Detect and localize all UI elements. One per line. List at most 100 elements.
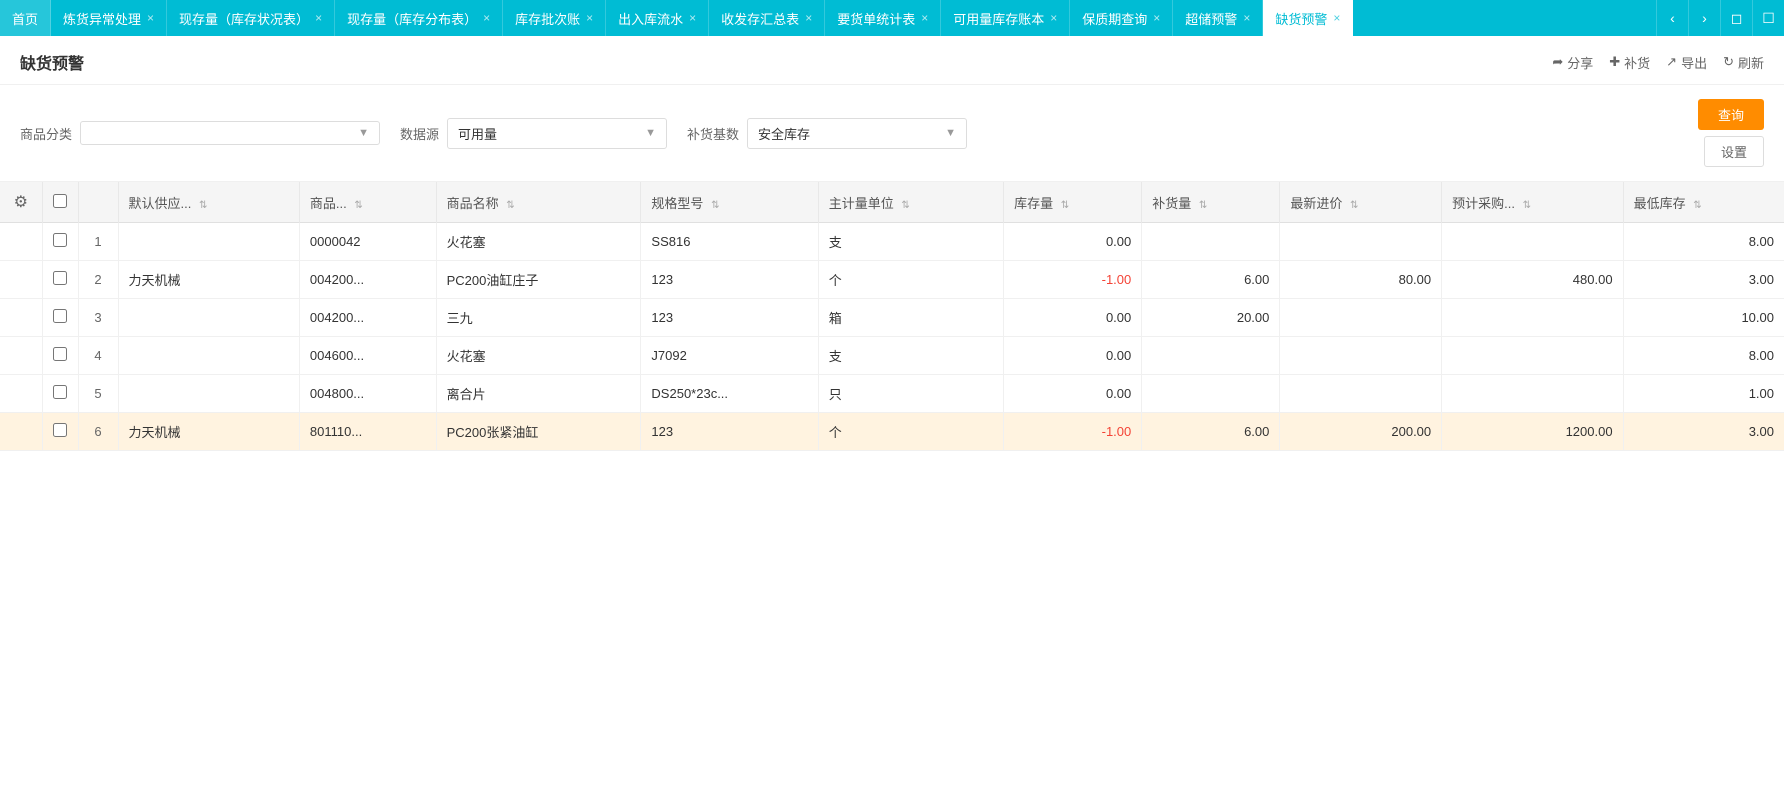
datasource-select[interactable]: 可用量 ▼ <box>447 118 667 149</box>
nav-label-expiry: 保质期查询 <box>1082 9 1147 28</box>
row-name-2: 三九 <box>436 299 641 337</box>
row-checkbox-1[interactable] <box>53 271 67 285</box>
row-checkbox-cell-5[interactable] <box>42 413 78 451</box>
refresh-button[interactable]: ↻ 刷新 <box>1723 53 1764 72</box>
nav-item-recv[interactable]: 收发存汇总表 × <box>709 0 825 36</box>
row-spec-5: 123 <box>641 413 818 451</box>
settings-button[interactable]: 设置 <box>1704 136 1764 167</box>
replenish-base-select[interactable]: 安全库存 ▼ <box>747 118 967 149</box>
sort-icon-min: ⇅ <box>1693 200 1701 211</box>
category-select[interactable]: ▼ <box>80 121 380 145</box>
nav-label-order-stat: 要货单统计表 <box>837 9 915 28</box>
nav-label-abnormal: 炼货异常处理 <box>63 9 141 28</box>
select-all-checkbox[interactable] <box>53 194 67 208</box>
row-code-4: 004800... <box>299 375 436 413</box>
row-est-purchase-3 <box>1442 337 1623 375</box>
row-replenish-qty-0 <box>1142 223 1280 261</box>
row-unit-5: 个 <box>818 413 1003 451</box>
close-icon-stock-dist[interactable]: × <box>483 11 490 25</box>
nav-item-stock-dist[interactable]: 现存量（库存分布表） × <box>335 0 503 36</box>
nav-item-shortage[interactable]: 缺货预警 × <box>1263 0 1353 36</box>
row-checkbox-5[interactable] <box>53 423 67 437</box>
replenish-button[interactable]: ✚ 补货 <box>1609 53 1650 72</box>
close-icon-inout[interactable]: × <box>689 11 696 25</box>
nav-item-batch[interactable]: 库存批次账 × <box>503 0 606 36</box>
th-product-code[interactable]: 商品... ⇅ <box>299 182 436 223</box>
nav-item-home[interactable]: 首页 <box>0 0 51 36</box>
close-icon-recv[interactable]: × <box>805 11 812 25</box>
sort-icon-price: ⇅ <box>1350 200 1358 211</box>
nav-item-overstock[interactable]: 超储预警 × <box>1173 0 1263 36</box>
row-code-3: 004600... <box>299 337 436 375</box>
row-est-purchase-2 <box>1442 299 1623 337</box>
row-checkbox-cell-0[interactable] <box>42 223 78 261</box>
row-checkbox-cell-2[interactable] <box>42 299 78 337</box>
th-stock-qty[interactable]: 库存量 ⇅ <box>1004 182 1142 223</box>
nav-item-stock-status[interactable]: 现存量（库存状况表） × <box>167 0 335 36</box>
export-button[interactable]: ↗ 导出 <box>1666 53 1707 72</box>
nav-label-available: 可用量库存账本 <box>953 9 1044 28</box>
nav-item-abnormal[interactable]: 炼货异常处理 × <box>51 0 167 36</box>
row-replenish-qty-3 <box>1142 337 1280 375</box>
close-icon-batch[interactable]: × <box>586 11 593 25</box>
table-row: 2 力天机械 004200... PC200油缸庄子 123 个 -1.00 6… <box>0 261 1784 299</box>
row-checkbox-0[interactable] <box>53 233 67 247</box>
close-icon-expiry[interactable]: × <box>1153 11 1160 25</box>
nav-item-order-stat[interactable]: 要货单统计表 × <box>825 0 941 36</box>
th-latest-price-label: 最新进价 <box>1290 196 1342 211</box>
th-stock-qty-label: 库存量 <box>1014 196 1053 211</box>
close-icon-stock-status[interactable]: × <box>315 11 322 25</box>
row-checkbox-cell-4[interactable] <box>42 375 78 413</box>
gear-icon[interactable]: ⚙ <box>14 194 28 211</box>
th-replenish-qty[interactable]: 补货量 ⇅ <box>1142 182 1280 223</box>
row-checkbox-cell-1[interactable] <box>42 261 78 299</box>
share-button[interactable]: ➦ 分享 <box>1552 53 1593 72</box>
nav-item-inout[interactable]: 出入库流水 × <box>606 0 709 36</box>
nav-prev-button[interactable]: ‹ <box>1656 0 1688 36</box>
table-body: 1 0000042 火花塞 SS816 支 0.00 8.00 2 力天机械 0… <box>0 223 1784 451</box>
th-unit-label: 主计量单位 <box>829 196 894 211</box>
row-min-stock-0: 8.00 <box>1623 223 1784 261</box>
nav-next-button[interactable]: › <box>1688 0 1720 36</box>
close-icon-abnormal[interactable]: × <box>147 11 154 25</box>
nav-label-batch: 库存批次账 <box>515 9 580 28</box>
row-stock-qty-4: 0.00 <box>1004 375 1142 413</box>
window-restore-button[interactable]: ◻ <box>1720 0 1752 36</box>
row-gear-1 <box>0 261 42 299</box>
row-latest-price-5: 200.00 <box>1280 413 1442 451</box>
export-label: 导出 <box>1681 53 1707 72</box>
th-min-stock[interactable]: 最低库存 ⇅ <box>1623 182 1784 223</box>
nav-label-inout: 出入库流水 <box>618 9 683 28</box>
row-latest-price-3 <box>1280 337 1442 375</box>
share-icon: ➦ <box>1552 54 1563 70</box>
table-header-row: ⚙ 默认供应... ⇅ 商品... ⇅ 商品名称 <box>0 182 1784 223</box>
row-name-1: PC200油缸庄子 <box>436 261 641 299</box>
close-icon-shortage[interactable]: × <box>1333 11 1340 25</box>
th-min-stock-label: 最低库存 <box>1634 196 1686 211</box>
row-checkbox-cell-3[interactable] <box>42 337 78 375</box>
filter-datasource-group: 数据源 可用量 ▼ <box>400 118 667 149</box>
row-checkbox-4[interactable] <box>53 385 67 399</box>
th-est-purchase[interactable]: 预计采购... ⇅ <box>1442 182 1623 223</box>
page-header: 缺货预警 ➦ 分享 ✚ 补货 ↗ 导出 ↻ 刷新 <box>0 36 1784 85</box>
th-checkbox <box>42 182 78 223</box>
nav-item-expiry[interactable]: 保质期查询 × <box>1070 0 1173 36</box>
query-button[interactable]: 查询 <box>1698 99 1764 130</box>
th-gear[interactable]: ⚙ <box>0 182 42 223</box>
th-latest-price[interactable]: 最新进价 ⇅ <box>1280 182 1442 223</box>
th-product-name[interactable]: 商品名称 ⇅ <box>436 182 641 223</box>
close-icon-order-stat[interactable]: × <box>921 11 928 25</box>
nav-item-available[interactable]: 可用量库存账本 × <box>941 0 1070 36</box>
close-icon-available[interactable]: × <box>1050 11 1057 25</box>
row-checkbox-2[interactable] <box>53 309 67 323</box>
row-spec-0: SS816 <box>641 223 818 261</box>
th-default-supplier[interactable]: 默认供应... ⇅ <box>118 182 299 223</box>
th-unit[interactable]: 主计量单位 ⇅ <box>818 182 1003 223</box>
th-spec[interactable]: 规格型号 ⇅ <box>641 182 818 223</box>
row-checkbox-3[interactable] <box>53 347 67 361</box>
close-icon-overstock[interactable]: × <box>1243 11 1250 25</box>
replenish-base-chevron-icon: ▼ <box>945 127 956 139</box>
row-code-2: 004200... <box>299 299 436 337</box>
window-maximize-button[interactable]: ☐ <box>1752 0 1784 36</box>
sort-icon-code: ⇅ <box>354 200 362 211</box>
